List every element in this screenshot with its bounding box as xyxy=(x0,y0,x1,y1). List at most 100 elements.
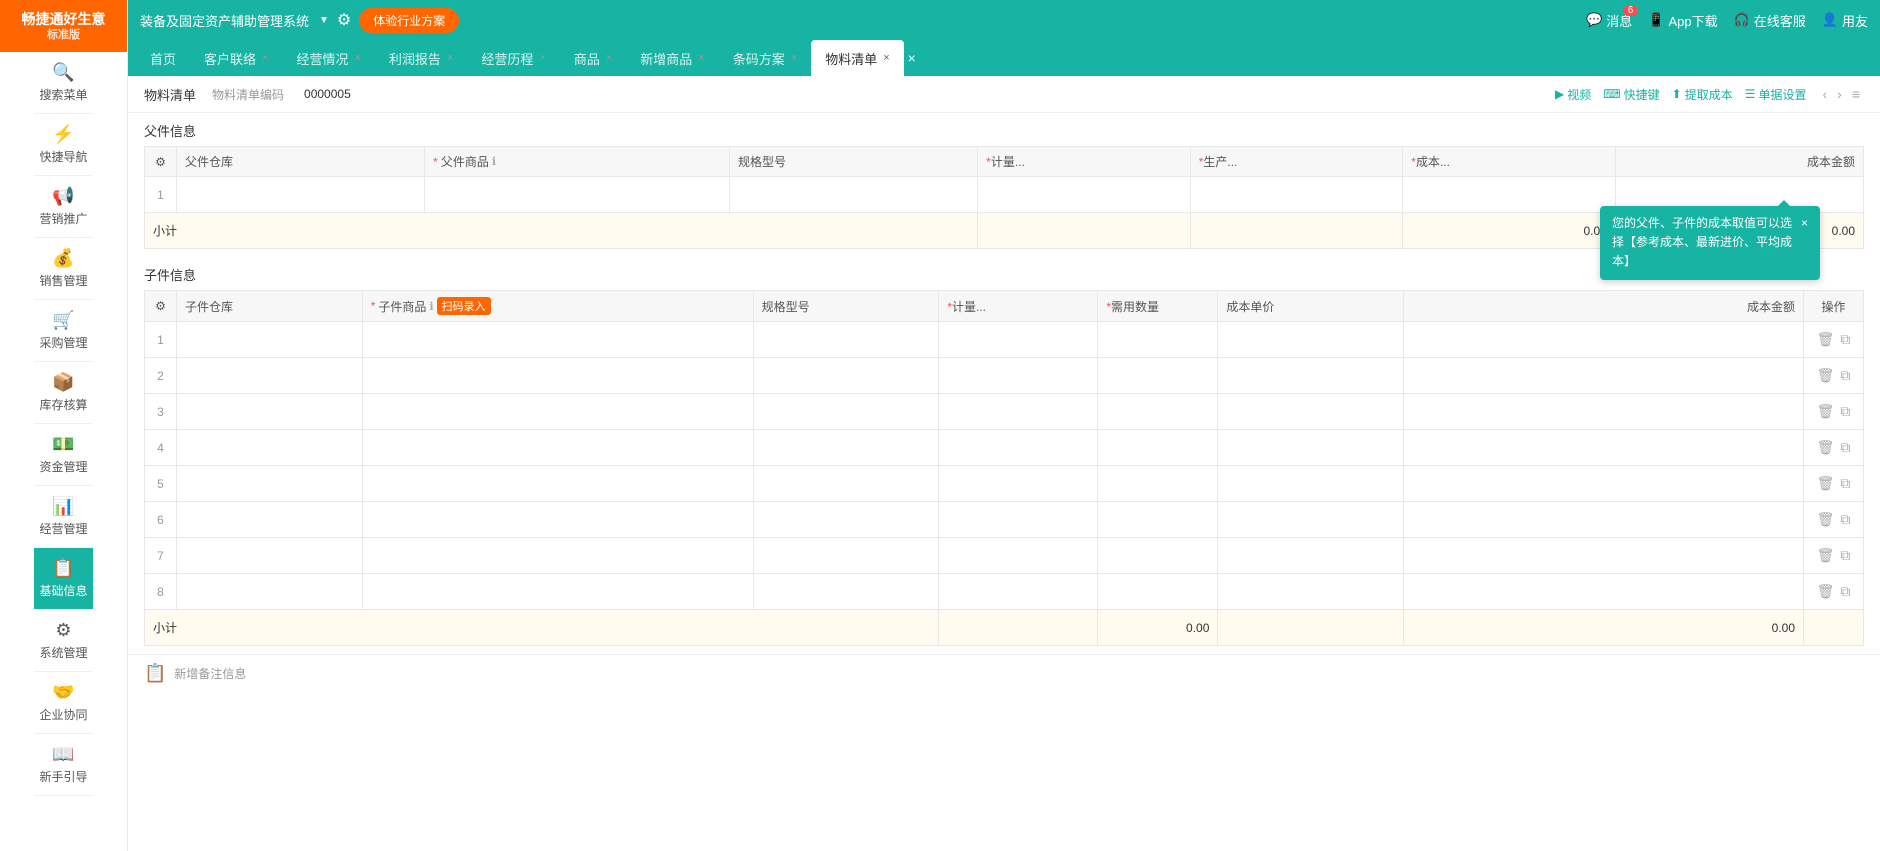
child-cell-qty-3[interactable] xyxy=(1098,394,1218,430)
sidebar-item-8[interactable]: 📋基础信息 xyxy=(34,548,92,610)
child-cell-unit-cost-6[interactable] xyxy=(1218,502,1404,538)
parent-cell-cost-1[interactable] xyxy=(1403,177,1616,213)
gear-icon[interactable]: ⚙ xyxy=(337,10,351,30)
child-cell-amount-4[interactable] xyxy=(1404,430,1804,466)
trial-button[interactable]: 体验行业方案 xyxy=(359,8,459,33)
child-cell-amount-2[interactable] xyxy=(1404,358,1804,394)
parent-cell-product-1[interactable] xyxy=(425,177,730,213)
nav-tab-8[interactable]: 物料清单× xyxy=(811,40,903,76)
online-service-action[interactable]: 🎧 在线客服 xyxy=(1734,11,1806,30)
child-cell-spec-5[interactable] xyxy=(753,466,939,502)
child-cell-amount-7[interactable] xyxy=(1404,538,1804,574)
nav-tab-close-7[interactable]: × xyxy=(791,52,797,64)
child-cell-unit-8[interactable] xyxy=(939,574,1098,610)
parent-cell-unit-1[interactable] xyxy=(978,177,1191,213)
nav-tab-0[interactable]: 首页 xyxy=(136,40,190,76)
sidebar-item-5[interactable]: 📦库存核算 xyxy=(34,362,92,424)
delete-icon-2[interactable]: 🗑 xyxy=(1817,367,1835,384)
nav-tab-3[interactable]: 利润报告× xyxy=(375,40,467,76)
child-cell-warehouse-5[interactable] xyxy=(177,466,363,502)
delete-icon-3[interactable]: 🗑 xyxy=(1817,403,1835,420)
nav-tab-close-8[interactable]: × xyxy=(883,52,889,64)
child-cell-warehouse-2[interactable] xyxy=(177,358,363,394)
video-action[interactable]: ▶ 视频 xyxy=(1555,86,1591,103)
copy-icon-7[interactable]: ⧉ xyxy=(1840,547,1850,564)
child-cell-unit-cost-2[interactable] xyxy=(1218,358,1404,394)
close-all-tabs-btn[interactable]: × xyxy=(908,50,916,66)
sidebar-item-6[interactable]: 💵资金管理 xyxy=(34,424,92,486)
parent-cell-spec-1[interactable] xyxy=(730,177,978,213)
sidebar-item-7[interactable]: 📊经营管理 xyxy=(34,486,92,548)
child-cell-unit-cost-1[interactable] xyxy=(1218,322,1404,358)
sidebar-item-11[interactable]: 📖新手引导 xyxy=(34,734,92,796)
sidebar-item-9[interactable]: ⚙系统管理 xyxy=(34,610,92,672)
child-cell-unit-1[interactable] xyxy=(939,322,1098,358)
nav-tab-7[interactable]: 条码方案× xyxy=(719,40,811,76)
child-cell-qty-5[interactable] xyxy=(1098,466,1218,502)
nav-next-btn[interactable]: › xyxy=(1833,84,1846,104)
copy-icon-1[interactable]: ⧉ xyxy=(1840,331,1850,348)
child-cell-spec-6[interactable] xyxy=(753,502,939,538)
message-action[interactable]: 💬 消息 6 xyxy=(1586,11,1632,30)
child-cell-warehouse-7[interactable] xyxy=(177,538,363,574)
child-cell-spec-2[interactable] xyxy=(753,358,939,394)
nav-tab-close-6[interactable]: × xyxy=(698,52,704,64)
copy-icon-8[interactable]: ⧉ xyxy=(1840,583,1850,600)
child-cell-qty-1[interactable] xyxy=(1098,322,1218,358)
nav-menu-btn[interactable]: ≡ xyxy=(1848,84,1864,104)
app-download-action[interactable]: 📱 App下载 xyxy=(1648,11,1717,30)
child-cell-product-3[interactable] xyxy=(362,394,753,430)
nav-prev-btn[interactable]: ‹ xyxy=(1818,84,1831,104)
nav-tab-close-5[interactable]: × xyxy=(606,52,612,64)
child-cell-unit-6[interactable] xyxy=(939,502,1098,538)
child-cell-qty-6[interactable] xyxy=(1098,502,1218,538)
extract-cost-action[interactable]: ⬆ 提取成本 xyxy=(1672,86,1733,103)
nav-tab-1[interactable]: 客户联络× xyxy=(190,40,282,76)
child-cell-unit-cost-3[interactable] xyxy=(1218,394,1404,430)
child-cell-unit-cost-4[interactable] xyxy=(1218,430,1404,466)
parent-cell-warehouse-1[interactable] xyxy=(177,177,425,213)
parent-cell-produce-1[interactable] xyxy=(1190,177,1403,213)
child-cell-spec-4[interactable] xyxy=(753,430,939,466)
child-cell-product-8[interactable] xyxy=(362,574,753,610)
child-cell-unit-cost-5[interactable] xyxy=(1218,466,1404,502)
child-cell-product-7[interactable] xyxy=(362,538,753,574)
child-cell-spec-1[interactable] xyxy=(753,322,939,358)
child-cell-qty-2[interactable] xyxy=(1098,358,1218,394)
sidebar-item-10[interactable]: 🤝企业协同 xyxy=(34,672,92,734)
child-cell-warehouse-3[interactable] xyxy=(177,394,363,430)
nav-tab-close-4[interactable]: × xyxy=(539,52,545,64)
nav-tab-5[interactable]: 商品× xyxy=(560,40,626,76)
sidebar-item-4[interactable]: 🛒采购管理 xyxy=(34,300,92,362)
child-cell-product-1[interactable] xyxy=(362,322,753,358)
child-cell-warehouse-4[interactable] xyxy=(177,430,363,466)
child-cell-warehouse-8[interactable] xyxy=(177,574,363,610)
child-cell-product-2[interactable] xyxy=(362,358,753,394)
copy-icon-5[interactable]: ⧉ xyxy=(1840,475,1850,492)
nav-tab-2[interactable]: 经营情况× xyxy=(282,40,374,76)
nav-tab-close-3[interactable]: × xyxy=(447,52,453,64)
copy-icon-3[interactable]: ⧉ xyxy=(1840,403,1850,420)
delete-icon-6[interactable]: 🗑 xyxy=(1817,511,1835,528)
sidebar-item-3[interactable]: 💰销售管理 xyxy=(34,238,92,300)
delete-icon-7[interactable]: 🗑 xyxy=(1817,547,1835,564)
child-cell-unit-3[interactable] xyxy=(939,394,1098,430)
sidebar-item-2[interactable]: 📢营销推广 xyxy=(34,176,92,238)
child-cell-spec-3[interactable] xyxy=(753,394,939,430)
child-cell-unit-2[interactable] xyxy=(939,358,1098,394)
sidebar-item-0[interactable]: 🔍搜索菜单 xyxy=(34,52,92,114)
delete-icon-5[interactable]: 🗑 xyxy=(1817,475,1835,492)
delete-icon-4[interactable]: 🗑 xyxy=(1817,439,1835,456)
child-cell-qty-4[interactable] xyxy=(1098,430,1218,466)
system-dropdown-arrow[interactable]: ▼ xyxy=(319,15,329,26)
parent-col-settings[interactable]: ⚙ xyxy=(145,147,177,177)
child-cell-unit-4[interactable] xyxy=(939,430,1098,466)
child-cell-unit-cost-8[interactable] xyxy=(1218,574,1404,610)
nav-tab-4[interactable]: 经营历程× xyxy=(467,40,559,76)
child-cell-product-6[interactable] xyxy=(362,502,753,538)
child-cell-spec-7[interactable] xyxy=(753,538,939,574)
child-cell-amount-6[interactable] xyxy=(1404,502,1804,538)
child-cell-amount-3[interactable] xyxy=(1404,394,1804,430)
child-cell-product-4[interactable] xyxy=(362,430,753,466)
child-cell-qty-8[interactable] xyxy=(1098,574,1218,610)
